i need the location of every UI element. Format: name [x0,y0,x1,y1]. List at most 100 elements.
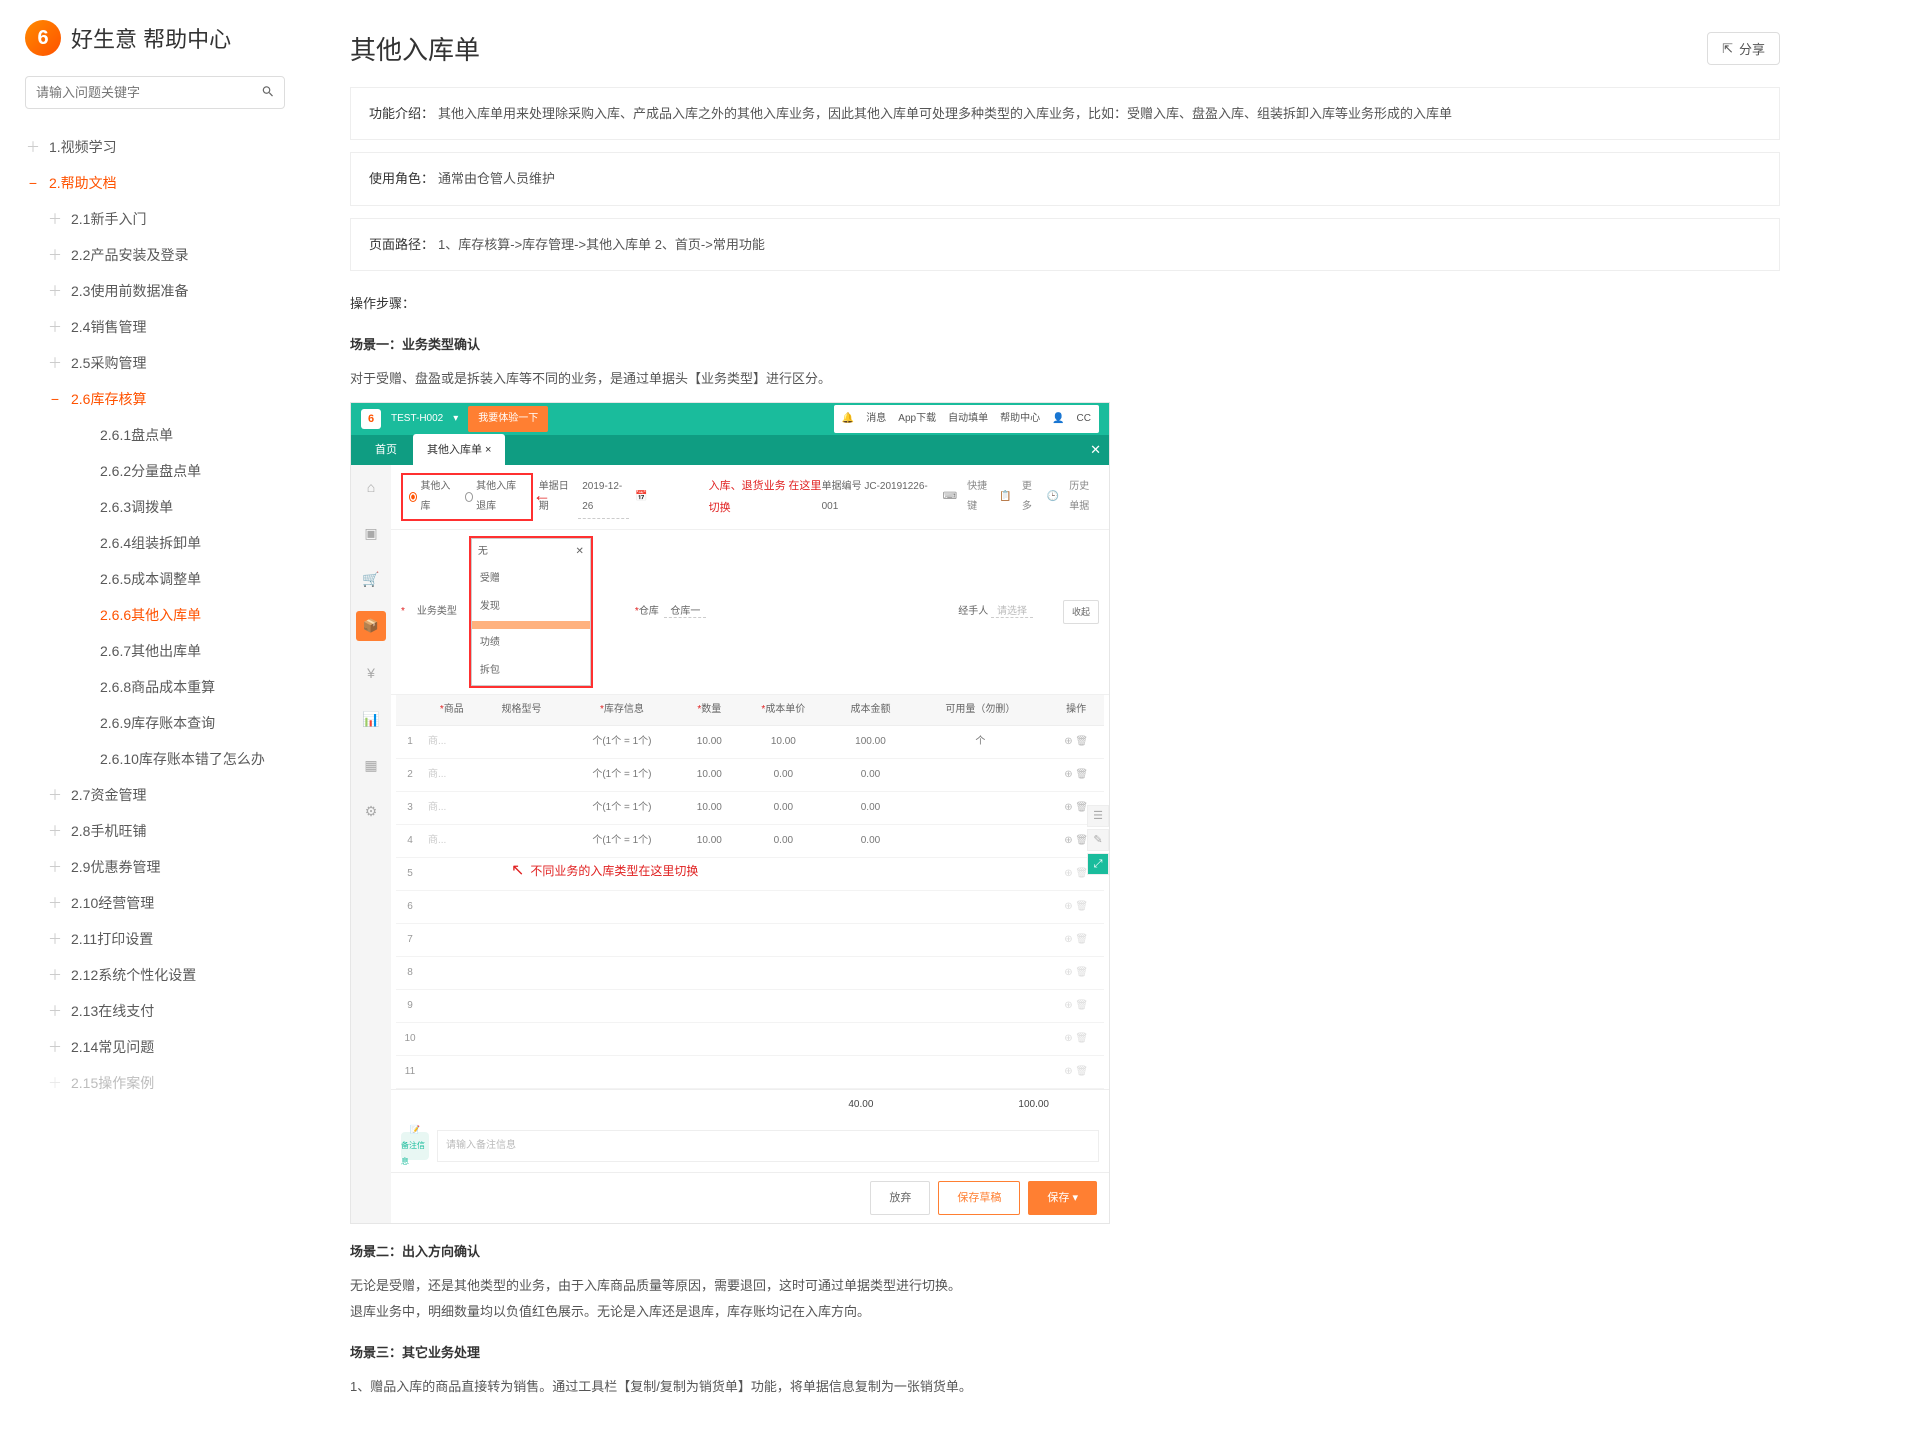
plus-icon: ＋ [47,787,63,803]
nav-item-265[interactable]: 2.6.5成本调整单 [25,561,310,597]
share-label: 分享 [1739,39,1765,58]
nav-item-211[interactable]: ＋ 2.11打印设置 [25,921,310,957]
nav-item-2610[interactable]: 2.6.10库存账本错了怎么办 [25,741,310,777]
nav-label: 2.8手机旺铺 [71,821,146,841]
share-button[interactable]: ⇱ 分享 [1707,32,1780,65]
nav-item-29[interactable]: ＋2.9优惠券管理 [25,849,310,885]
search-icon[interactable] [261,84,275,101]
nav-item-268[interactable]: 2.6.8商品成本重算 [25,669,310,705]
nav-label: 2.6.8商品成本重算 [100,677,215,697]
sidebar: 6 好生意 帮助中心 ＋1.视频学习 −2.帮助文档 ＋2.1新手入门 ＋2.2… [0,0,310,1430]
plus-icon: ＋ [47,1039,63,1055]
nav-item-213[interactable]: ＋2.13在线支付 [25,993,310,1029]
home-icon: ⌂ [367,473,375,501]
share-icon: ⇱ [1722,41,1733,57]
calendar-icon: 📅 [635,487,647,507]
page-title: 其他入库单 [350,30,480,67]
copy-icon: 📋 [999,487,1011,507]
nav-label: 2.11打印设置 [71,929,153,949]
ss-radio-in: 其他入库 [409,477,453,517]
total-qty: 40.00 [848,1095,873,1115]
scene3-title: 场景三：其它业务处理 [350,1340,1780,1366]
scene1-desc: 对于受赠、盘盈或是拆装入库等不同的业务，是通过单据头【业务类型】进行区分。 [350,366,1780,392]
money-icon: ¥ [367,659,375,687]
ss-trial-button: 我要体验一下 [468,406,548,432]
ss-note-input: 请输入备注信息 [437,1130,1099,1162]
nav-label: 2.12系统个性化设置 [71,965,196,985]
nav-item-261[interactable]: 2.6.1盘点单 [25,417,310,453]
site-header: 6 好生意 帮助中心 [25,20,310,56]
nav-item-21[interactable]: ＋2.1新手入门 [25,201,310,237]
nav-item-23[interactable]: ＋ 2.3使用前数据准备 [25,273,310,309]
nav-label: 2.6.4组装拆卸单 [100,533,201,553]
nav-item-215[interactable]: ＋2.15操作案例 [25,1065,310,1101]
ss-save-button: 保存 ▾ [1028,1181,1097,1215]
scene2-p1: 无论是受赠，还是其他类型的业务，由于入库商品质量等原因，需要退回，这时可通过单据… [350,1273,1780,1299]
note-icon: 📝备注信息 [401,1132,429,1160]
plus-icon: ＋ [47,895,63,911]
content-block: 操作步骤： 场景一：业务类型确认 对于受赠、盘盈或是拆装入库等不同的业务，是通过… [350,291,1780,1400]
nav-item-25[interactable]: ＋ 2.5采购管理 [25,345,310,381]
scene3-p1: 1、赠品入库的商品直接转为销售。通过工具栏【复制/复制为销货单】功能，将单据信息… [350,1374,1780,1400]
nav-item-210[interactable]: ＋2.10经营管理 [25,885,310,921]
nav-item-docs[interactable]: −2.帮助文档 [25,165,310,201]
widget-icon: ☰ [1087,805,1109,827]
ss-tab-home: 首页 [361,434,411,466]
ss-totals-row: 40.00 100.00 [391,1089,1109,1120]
nav-label: 2.5采购管理 [71,353,146,373]
total-amount: 100.00 [1018,1095,1049,1115]
plus-icon: ＋ [47,355,63,371]
plus-icon: ＋ [47,967,63,983]
intro-box: 功能介绍：其他入库单用来处理除采购入库、产成品入库之外的其他入库业务，因此其他入… [350,87,1780,140]
keyboard-icon: ⌨ [943,487,957,507]
role-text: 通常由仓管人员维护 [438,171,555,186]
role-box: 使用角色：通常由仓管人员维护 [350,152,1780,205]
scene1-title: 场景一：业务类型确认 [350,332,1780,358]
intro-label: 功能介绍： [369,106,434,121]
nav-item-22[interactable]: ＋2.2产品安装及登录 [25,237,310,273]
ss-topbar: 6 TEST-H002 ▾ 我要体验一下 🔔消息 App下载 自动填单 帮助中心… [351,403,1109,435]
nav-label: 2.7资金管理 [71,785,146,805]
nav-label: 2.6.7其他出库单 [100,641,201,661]
ss-content: 其他入库 其他入库退库 ← 单据日期 2019-12-26 📅 入库、退货业务 … [391,465,1109,1223]
nav-item-26[interactable]: −2.6库存核算 [25,381,310,417]
ss-annotation-1: 入库、退货业务 在这里切换 [709,475,822,519]
ss-annotation-2: 不同业务的入库类型在这里切换 [530,859,698,883]
nav-item-269[interactable]: 2.6.9库存账本查询 [25,705,310,741]
nav-item-263[interactable]: 2.6.3调拨单 [25,489,310,525]
ss-cancel-button: 放弃 [870,1181,930,1215]
plus-icon: ＋ [47,283,63,299]
nav-label: 2.6.1盘点单 [100,425,173,445]
nav-label: 2.3使用前数据准备 [71,281,188,301]
ss-date-value: 2019-12-26 [578,476,629,519]
ss-logo-icon: 6 [361,409,381,429]
nav-item-264[interactable]: 2.6.4组装拆卸单 [25,525,310,561]
search-input[interactable] [25,76,285,109]
site-logo: 6 [25,20,61,56]
nav-label: 2.14常见问题 [71,1037,154,1057]
nav-item-262[interactable]: 2.6.2分量盘点单 [25,453,310,489]
app-screenshot: 6 TEST-H002 ▾ 我要体验一下 🔔消息 App下载 自动填单 帮助中心… [350,402,1110,1224]
nav-item-212[interactable]: ＋ 2.12系统个性化设置 [25,957,310,993]
cart-icon: 🛒 [362,565,379,593]
plus-icon: ＋ [47,931,63,947]
nav-label: 2.帮助文档 [49,173,117,193]
nav-item-266[interactable]: 2.6.6其他入库单 [25,597,310,633]
ss-doctype-radio-group: 其他入库 其他入库退库 ← [401,473,533,521]
nav-item-24[interactable]: ＋2.4销售管理 [25,309,310,345]
nav-label: 2.4销售管理 [71,317,146,337]
ss-avatar-icon: 👤 [1052,409,1064,429]
nav-item-267[interactable]: 2.6.7其他出库单 [25,633,310,669]
nav-item-video[interactable]: ＋1.视频学习 [25,129,310,165]
plus-icon: ＋ [47,1075,63,1091]
nav-item-214[interactable]: ＋ 2.14常见问题 [25,1029,310,1065]
nav-label: 2.6.5成本调整单 [100,569,201,589]
ss-tabs: 首页 其他入库单 × ✕ [351,435,1109,465]
search-wrapper [25,76,285,109]
scene2-title: 场景二：出入方向确认 [350,1239,1780,1265]
nav-item-28[interactable]: ＋2.8手机旺铺 [25,813,310,849]
widget-icon: ✎ [1087,829,1109,851]
path-box: 页面路径：1、库存核算->库存管理->其他入库单 2、首页->常用功能 [350,218,1780,271]
box-icon: ▣ [364,519,377,547]
nav-item-27[interactable]: ＋ 2.7资金管理 [25,777,310,813]
